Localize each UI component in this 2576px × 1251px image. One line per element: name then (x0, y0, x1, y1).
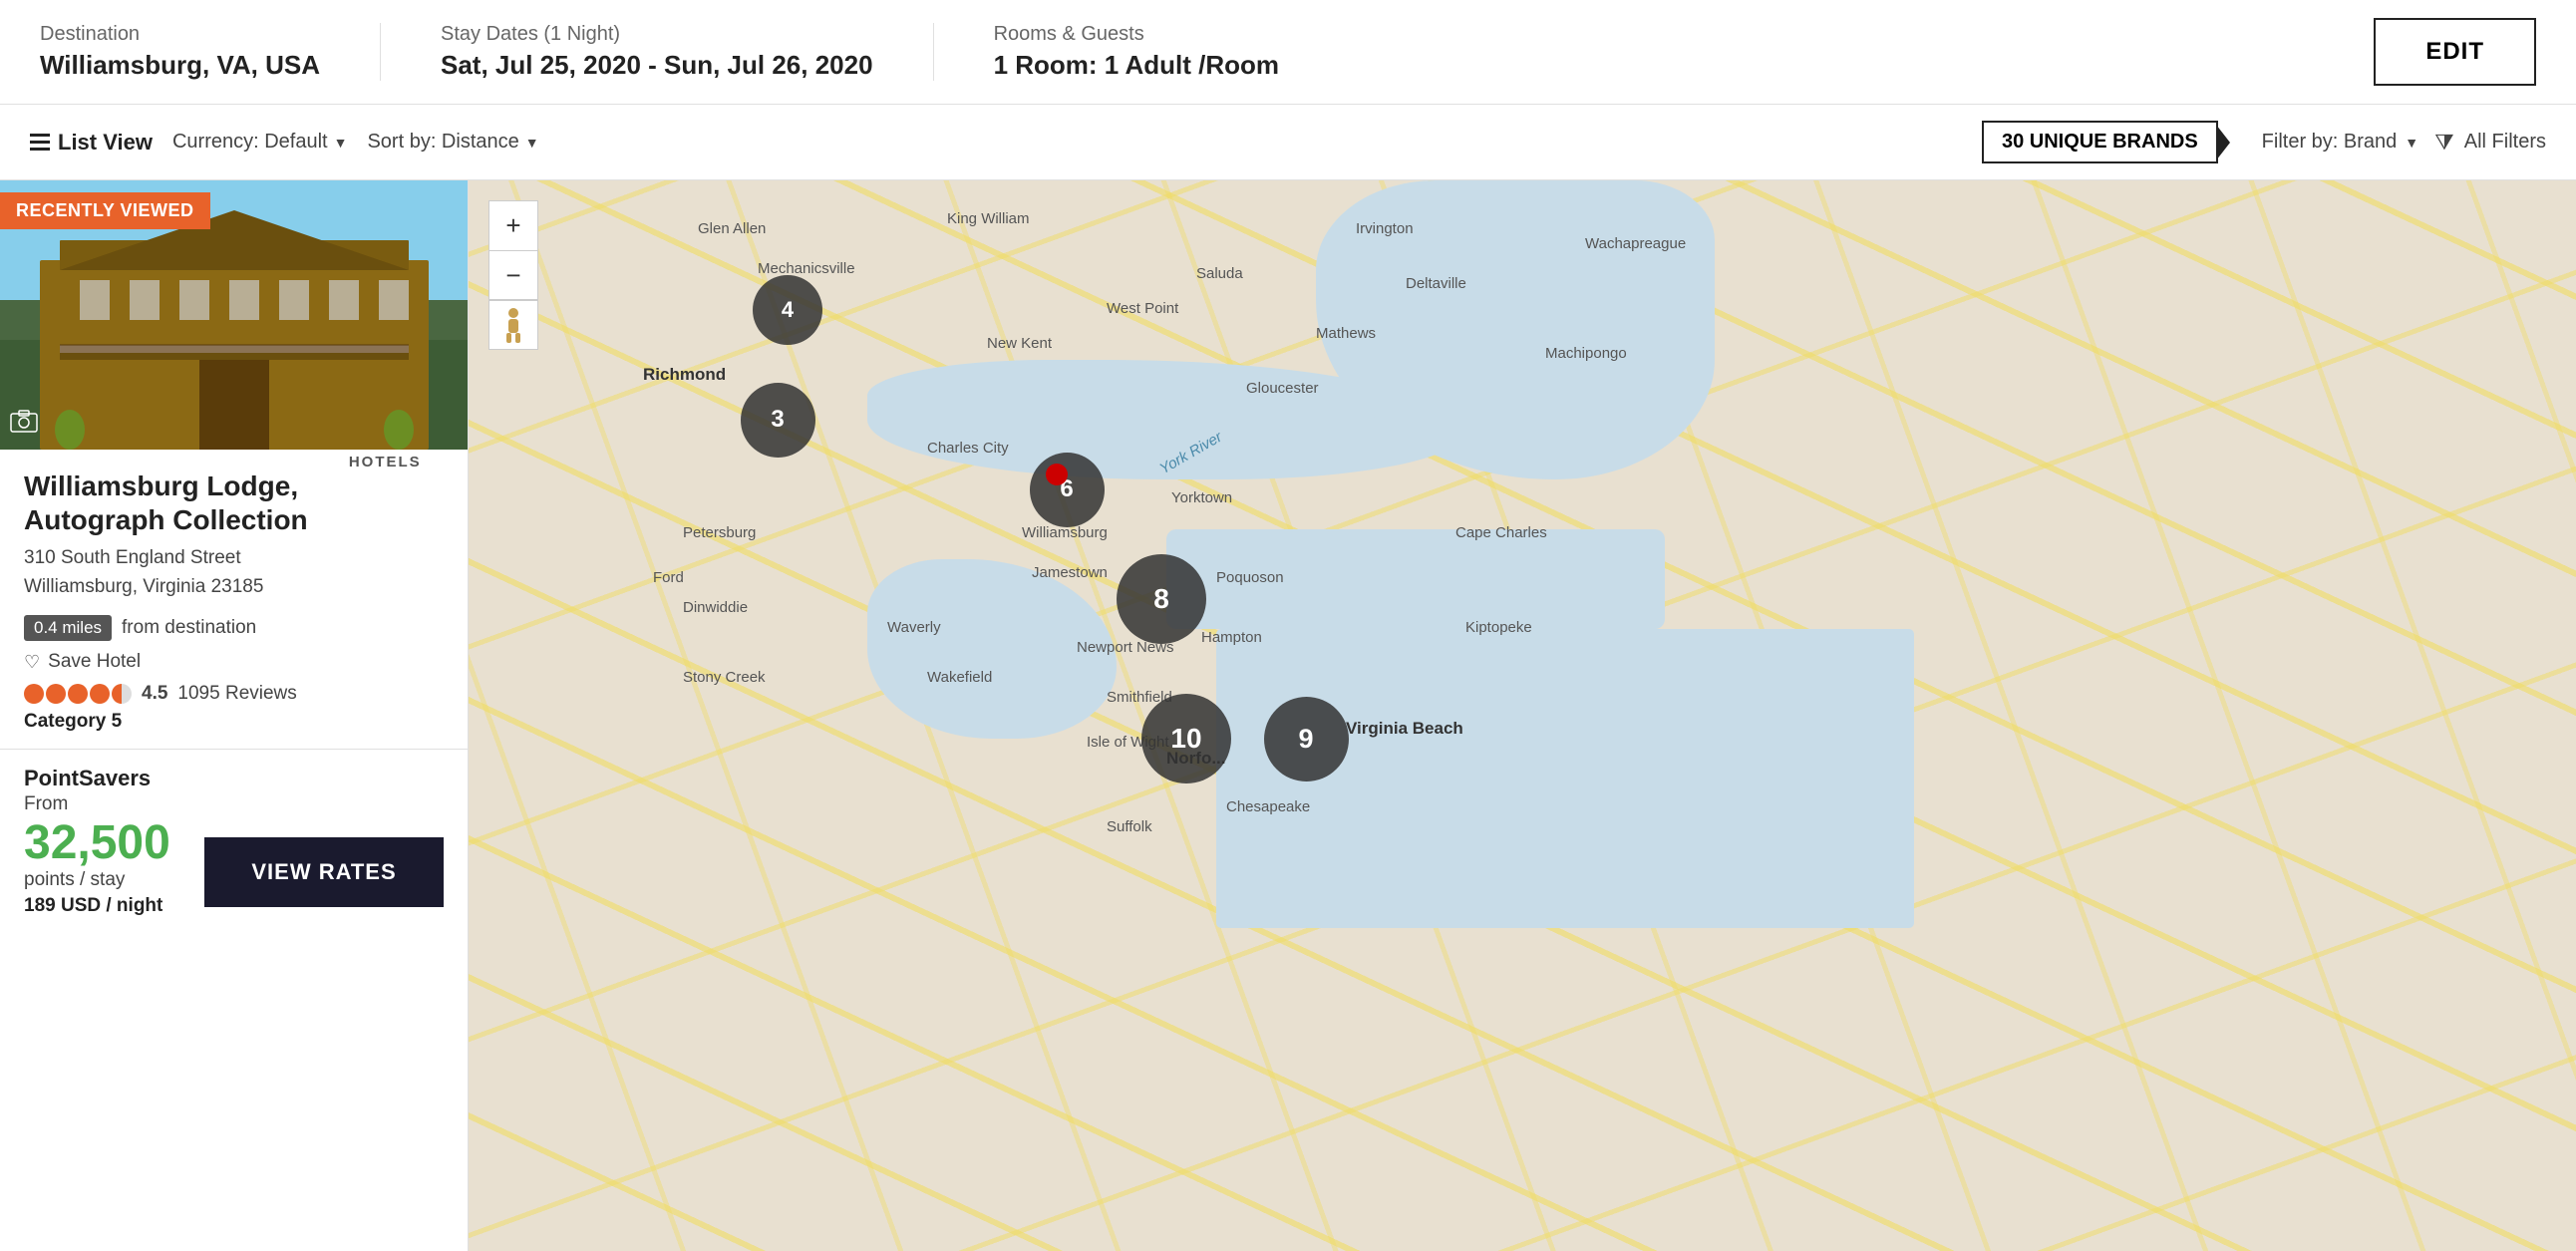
brand-line3: HOTELS (349, 454, 422, 470)
save-hotel-label: Save Hotel (48, 651, 141, 673)
destination-label: Destination (40, 23, 320, 46)
points-section: PointSavers From 32,500 points / stay 18… (0, 766, 468, 937)
sort-dropdown[interactable]: Sort by: Distance ▼ (367, 131, 538, 154)
star-3 (68, 684, 88, 704)
map-controls: + − (488, 200, 538, 300)
destination-value: Williamsburg, VA, USA (40, 50, 320, 81)
map-cluster-marker[interactable]: 9 (1264, 697, 1349, 782)
edit-button[interactable]: EDIT (2374, 18, 2536, 86)
toolbar-left: List View Currency: Default ▼ Sort by: D… (30, 130, 539, 156)
currency-dropdown[interactable]: Currency: Default ▼ (172, 131, 347, 154)
list-view-icon (30, 134, 50, 151)
filter-funnel-icon: ⧩ (2434, 130, 2454, 156)
all-filters-button[interactable]: ⧩ All Filters (2434, 130, 2546, 156)
stay-dates-label: Stay Dates (1 Night) (441, 23, 873, 46)
map-cluster-marker[interactable]: 4 (753, 275, 822, 345)
stay-dates-field: Stay Dates (1 Night) Sat, Jul 25, 2020 -… (441, 23, 934, 81)
rooms-guests-label: Rooms & Guests (994, 23, 1279, 46)
currency-label: Currency: Default (172, 131, 328, 154)
toolbar-right: 30 UNIQUE BRANDS Filter by: Brand ▼ ⧩ Al… (1982, 121, 2546, 163)
star-1 (24, 684, 44, 704)
distance-badge: 0.4 miles (24, 615, 112, 641)
heart-icon: ♡ (24, 652, 40, 673)
hotel-category: Category 5 (24, 711, 444, 733)
header-bar: Destination Williamsburg, VA, USA Stay D… (0, 0, 2576, 105)
map-cluster-marker[interactable]: 8 (1117, 554, 1206, 644)
map-area: Glen AllenKing WilliamIrvingtonMechanics… (469, 180, 2576, 1251)
rooms-guests-field: Rooms & Guests 1 Room: 1 Adult /Room (994, 23, 1339, 81)
hotel-address-line2: Williamsburg, Virginia 23185 (24, 576, 263, 597)
destination-field: Destination Williamsburg, VA, USA (40, 23, 381, 81)
map-cluster-marker[interactable]: 6 (1030, 453, 1105, 527)
hotel-name: Williamsburg Lodge, Autograph Collection (24, 469, 444, 536)
hampton-roads-water (1166, 529, 1665, 629)
all-filters-label: All Filters (2464, 131, 2546, 154)
sort-label: Sort by: Distance (367, 131, 518, 154)
left-panel: RECENTLY VIEWED AUTOGRAPH COLLECTION HOT… (0, 180, 469, 1251)
zoom-out-button[interactable]: − (488, 250, 538, 300)
street-view-person-icon[interactable] (488, 300, 538, 350)
stay-dates-value: Sat, Jul 25, 2020 - Sun, Jul 26, 2020 (441, 50, 873, 81)
rooms-guests-value: 1 Room: 1 Adult /Room (994, 50, 1279, 81)
star-rating (24, 684, 132, 704)
main-content: RECENTLY VIEWED AUTOGRAPH COLLECTION HOT… (0, 180, 2576, 1251)
reviews-count: 1095 Reviews (177, 683, 296, 705)
unique-brands-badge[interactable]: 30 UNIQUE BRANDS (1982, 121, 2218, 163)
list-view-button[interactable]: List View (30, 130, 153, 156)
map-cluster-marker[interactable]: 3 (741, 383, 815, 458)
hotel-address-line1: 310 South England Street (24, 547, 241, 568)
divider (0, 749, 468, 750)
hotel-address: 310 South England Street Williamsburg, V… (24, 544, 444, 601)
rating-number: 4.5 (142, 683, 167, 705)
view-rates-button[interactable]: VIEW RATES (204, 837, 444, 907)
filter-brand-button[interactable]: Filter by: Brand ▼ (2262, 131, 2418, 154)
star-4 (90, 684, 110, 704)
sort-chevron-icon: ▼ (525, 135, 539, 151)
toolbar: List View Currency: Default ▼ Sort by: D… (0, 105, 2576, 180)
filter-brand-label: Filter by: Brand (2262, 131, 2398, 154)
from-label: From (24, 793, 444, 815)
zoom-in-button[interactable]: + (488, 200, 538, 250)
rating-row: 4.5 1095 Reviews (24, 683, 444, 705)
brands-badge-label: 30 UNIQUE BRANDS (2002, 131, 2198, 154)
distance-text: from destination (122, 617, 256, 639)
currency-chevron-icon: ▼ (334, 135, 348, 151)
hotel-distance: 0.4 miles from destination (24, 615, 444, 641)
hotel-info: AUTOGRAPH COLLECTION HOTELS Williamsburg… (0, 450, 468, 733)
map-selected-location-dot (1046, 464, 1068, 485)
photo-icon (10, 410, 38, 440)
map-cluster-marker[interactable]: 10 (1141, 694, 1231, 783)
save-hotel-button[interactable]: ♡ Save Hotel (24, 651, 444, 673)
list-view-label: List View (58, 130, 153, 156)
filter-brand-chevron-icon: ▼ (2405, 135, 2418, 151)
recently-viewed-badge: RECENTLY VIEWED (0, 192, 210, 229)
point-savers-label: PointSavers (24, 766, 444, 791)
star-2 (46, 684, 66, 704)
star-5-half (112, 684, 132, 704)
hotel-image: RECENTLY VIEWED (0, 180, 468, 450)
